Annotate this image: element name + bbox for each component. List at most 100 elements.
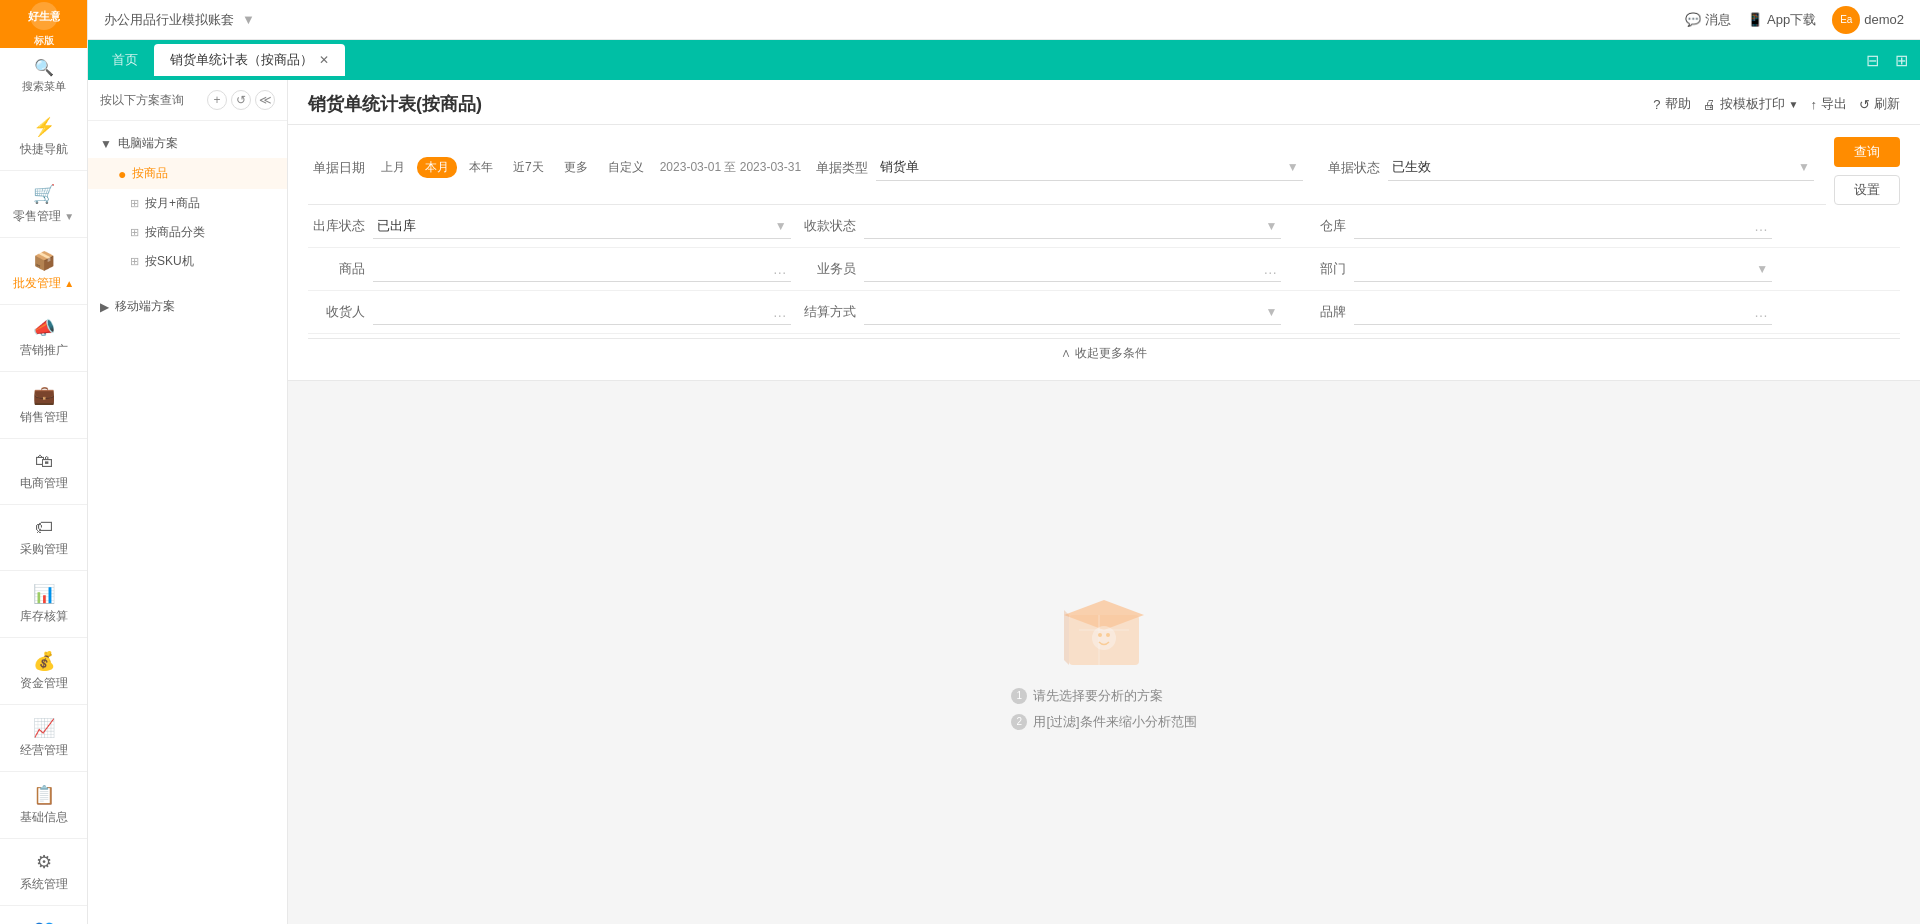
sidebar-item-sales[interactable]: 💼 销售管理 [0, 372, 87, 439]
help-icon: ? [1653, 97, 1660, 112]
sidebar-item-basic[interactable]: 📋 基础信息 [0, 772, 87, 839]
recipient-value[interactable]: … [373, 299, 791, 325]
tab-sales-stat[interactable]: 销货单统计表（按商品） ✕ [154, 44, 345, 76]
svg-marker-4 [1064, 610, 1069, 665]
svg-text:好生意: 好生意 [28, 10, 60, 22]
sidebar-item-marketing[interactable]: 📣 营销推广 [0, 305, 87, 372]
template-print-btn[interactable]: 🖨 按模板打印 ▼ [1703, 95, 1799, 113]
app-subtitle: 标版 [34, 34, 54, 48]
warehouse-label: 仓库 [1289, 217, 1354, 235]
department-dropdown[interactable]: ▼ [1756, 262, 1768, 276]
refresh-btn[interactable]: ↺ 刷新 [1859, 95, 1900, 113]
empty-illustration: 1 请先选择要分析的方案 2 用[过滤]条件来缩小分析范围 [1011, 575, 1196, 731]
bill-status-value[interactable]: 已生效 ▼ [1388, 155, 1814, 181]
settle-method-label: 结算方式 [799, 303, 864, 321]
date-tab-last-month[interactable]: 上月 [373, 157, 413, 178]
brand-dots[interactable]: … [1754, 304, 1768, 320]
avatar-initial: Ea [1840, 14, 1852, 25]
out-status-value[interactable]: 已出库 ▼ [373, 213, 791, 239]
salesperson-dots[interactable]: … [1263, 261, 1277, 277]
settle-method-dropdown[interactable]: ▼ [1265, 305, 1277, 319]
username: demo2 [1864, 12, 1904, 27]
warehouse-dots[interactable]: … [1754, 218, 1768, 234]
bill-type-dropdown[interactable]: ▼ [1287, 160, 1299, 174]
product-value[interactable]: … [373, 256, 791, 282]
tab-bar-actions: ⊟ ⊞ [1862, 47, 1912, 74]
bill-status-text: 已生效 [1392, 158, 1798, 176]
sidebar-item-search-menu[interactable]: 🔍 搜索菜单 [0, 48, 87, 104]
brand-value[interactable]: … [1354, 299, 1772, 325]
panel-item-label: 按商品 [132, 165, 168, 182]
sidebar-item-inventory[interactable]: 📊 库存核算 [0, 571, 87, 638]
sidebar-item-system[interactable]: ⚙ 系统管理 [0, 839, 87, 906]
tab-home[interactable]: 首页 [96, 44, 154, 76]
sidebar-item-finance[interactable]: 💰 资金管理 [0, 638, 87, 705]
sidebar-item-enterprise[interactable]: 👥 企业协同 [0, 906, 87, 924]
warehouse-value[interactable]: … [1354, 213, 1772, 239]
panel-item-by-month-product[interactable]: ⊞ 按月+商品 [88, 189, 287, 218]
bill-status-dropdown[interactable]: ▼ [1798, 160, 1810, 174]
date-tab-this-year[interactable]: 本年 [461, 157, 501, 178]
panel-group-pc-header[interactable]: ▼ 电脑端方案 [88, 129, 287, 158]
panel-header-actions: + ↺ ≪ [207, 90, 275, 110]
query-button[interactable]: 查询 [1834, 137, 1900, 167]
recipient-dots[interactable]: … [773, 304, 787, 320]
collapse-filters-btn[interactable]: ∧ 收起更多条件 [308, 338, 1900, 368]
salesperson-value[interactable]: … [864, 256, 1282, 282]
sidebar-item-label: 快捷导航 [20, 142, 68, 156]
tip-text-2: 用[过滤]条件来缩小分析范围 [1033, 713, 1196, 731]
settle-method-value[interactable]: ▼ [864, 299, 1282, 325]
bill-type-value[interactable]: 销货单 ▼ [876, 155, 1302, 181]
product-dots[interactable]: … [773, 261, 787, 277]
sidebar-item-quick-nav[interactable]: ⚡ 快捷导航 [0, 104, 87, 171]
message-btn[interactable]: 💬 消息 [1685, 11, 1731, 29]
date-tab-custom[interactable]: 自定义 [600, 157, 652, 178]
app-download-btn[interactable]: 📱 App下载 [1747, 11, 1816, 29]
sidebar-item-wholesale[interactable]: 📦 批发管理 ▲ [0, 238, 87, 305]
refresh-scheme-btn[interactable]: ↺ [231, 90, 251, 110]
empty-tip-1: 1 请先选择要分析的方案 [1011, 687, 1196, 705]
tab-sales-stat-label: 销货单统计表（按商品） [170, 51, 313, 69]
user-avatar-btn[interactable]: Ea demo2 [1832, 6, 1904, 34]
receipt-status-value[interactable]: ▼ [864, 213, 1282, 239]
department-value[interactable]: ▼ [1354, 256, 1772, 282]
scheme-icon: ⊞ [130, 255, 139, 268]
panel-item-by-sku[interactable]: ⊞ 按SKU机 [88, 247, 287, 276]
tab-home-label: 首页 [112, 51, 138, 69]
tab-maximize-btn[interactable]: ⊞ [1891, 47, 1912, 74]
panel-group-pc: ▼ 电脑端方案 ● 按商品 ⊞ 按月+商品 ⊞ 按商品分类 ⊞ 按SKU [88, 121, 287, 284]
sidebar-item-label: 销售管理 [20, 410, 68, 424]
panel-item-by-category[interactable]: ⊞ 按商品分类 [88, 218, 287, 247]
sidebar-item-operation[interactable]: 📈 经营管理 [0, 705, 87, 772]
export-btn[interactable]: ↑ 导出 [1811, 95, 1848, 113]
message-label: 消息 [1705, 11, 1731, 29]
export-label: 导出 [1821, 95, 1847, 113]
out-status-dropdown[interactable]: ▼ [775, 219, 787, 233]
tab-minimize-btn[interactable]: ⊟ [1862, 47, 1883, 74]
sidebar-item-label: 零售管理 [13, 209, 61, 223]
help-btn[interactable]: ? 帮助 [1653, 95, 1690, 113]
date-tab-7days[interactable]: 近7天 [505, 157, 552, 178]
app-logo: 好生意 标版 [0, 0, 87, 48]
add-scheme-btn[interactable]: + [207, 90, 227, 110]
receipt-status-dropdown[interactable]: ▼ [1265, 219, 1277, 233]
scheme-icon: ⊞ [130, 226, 139, 239]
collapse-panel-btn[interactable]: ≪ [255, 90, 275, 110]
panel-item-by-product[interactable]: ● 按商品 [88, 158, 287, 189]
panel-group-mobile-header[interactable]: ▶ 移动端方案 [88, 292, 287, 321]
date-tab-more[interactable]: 更多 [556, 157, 596, 178]
tab-close-icon[interactable]: ✕ [319, 53, 329, 67]
sidebar-item-retail[interactable]: 🛒 零售管理 ▼ [0, 171, 87, 238]
logo-icon: 好生意 [28, 0, 60, 32]
tab-bar: 首页 销货单统计表（按商品） ✕ ⊟ ⊞ [88, 40, 1920, 80]
workspace-dropdown-icon[interactable]: ▼ [242, 12, 255, 27]
date-tab-this-month[interactable]: 本月 [417, 157, 457, 178]
panel-group-pc-label: 电脑端方案 [118, 135, 178, 152]
settings-button[interactable]: 设置 [1834, 175, 1900, 205]
sidebar-item-purchase[interactable]: 🏷 采购管理 [0, 505, 87, 571]
content-wrapper: 按以下方案查询 + ↺ ≪ ▼ 电脑端方案 ● 按商品 ⊞ [88, 80, 1920, 924]
sidebar-item-ecommerce[interactable]: 🛍 电商管理 [0, 439, 87, 505]
sub-item-label: 按月+商品 [145, 195, 200, 212]
right-panel: 销货单统计表(按商品) ? 帮助 🖨 按模板打印 ▼ ↑ 导出 [288, 80, 1920, 924]
workspace-selector[interactable]: 办公用品行业模拟账套 ▼ [104, 11, 255, 29]
